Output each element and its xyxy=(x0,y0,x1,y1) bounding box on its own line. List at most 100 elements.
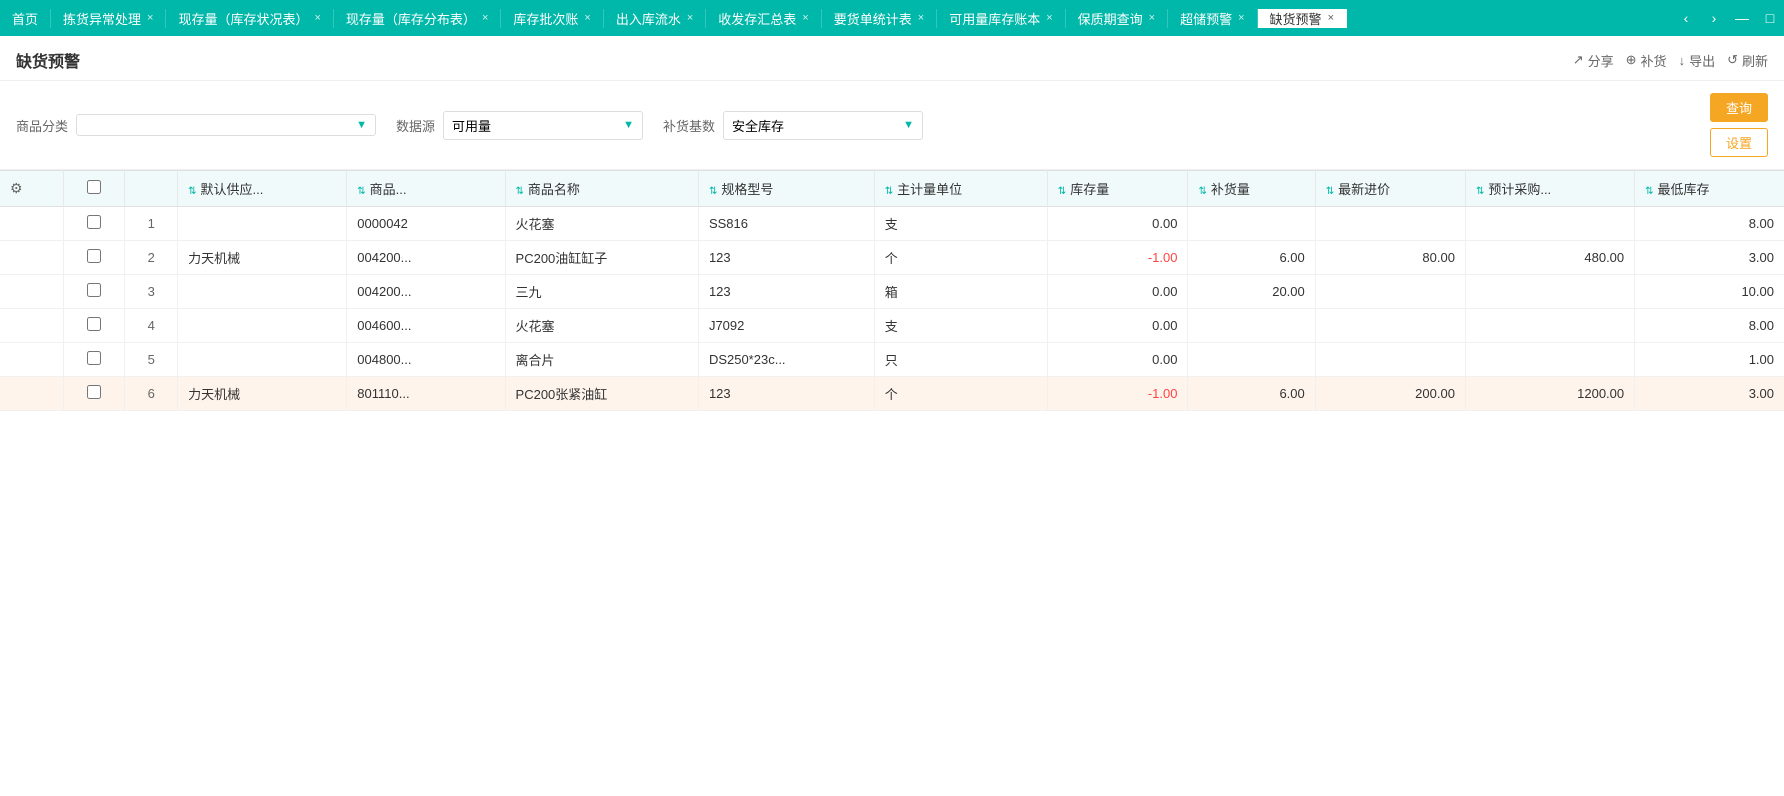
close-icon[interactable]: × xyxy=(147,12,153,24)
data-source-select[interactable]: 可用量 ▼ xyxy=(443,111,643,140)
tab-item-6[interactable]: 收发存汇总表× xyxy=(706,9,821,28)
col-stock[interactable]: ⇅库存量 xyxy=(1047,171,1188,207)
replenish-basis-select[interactable]: 安全库存 ▼ xyxy=(723,111,923,140)
close-icon[interactable]: × xyxy=(1238,12,1244,24)
goods-category-label: 商品分类 xyxy=(16,116,68,135)
cell-goodsName: PC200油缸缸子 xyxy=(505,241,698,275)
tab-item-10[interactable]: 超储预警× xyxy=(1168,9,1257,28)
row-checkbox[interactable] xyxy=(87,385,101,399)
replenish-basis-label: 补货基数 xyxy=(663,116,715,135)
chevron-down-icon3: ▼ xyxy=(903,119,914,131)
col-goodsCode[interactable]: ⇅商品... xyxy=(347,171,505,207)
tab-maximize-btn[interactable]: □ xyxy=(1756,0,1784,36)
col-settings[interactable]: ⚙ xyxy=(0,171,63,207)
cell-spec: SS816 xyxy=(698,207,874,241)
cell-stock: 0.00 xyxy=(1047,343,1188,377)
sort-icon: ⇅ xyxy=(1058,186,1066,197)
gear-icon[interactable]: ⚙ xyxy=(10,180,23,196)
tab-item-0[interactable]: 首页 xyxy=(0,9,51,28)
close-icon[interactable]: × xyxy=(918,12,924,24)
sort-icon: ⇅ xyxy=(1326,186,1334,197)
cell-spec: 123 xyxy=(698,377,874,411)
col-replenish[interactable]: ⇅补货量 xyxy=(1188,171,1315,207)
select-all-checkbox[interactable] xyxy=(87,180,101,194)
tab-item-3[interactable]: 现存量（库存分布表）× xyxy=(334,9,501,28)
col-unit[interactable]: ⇅主计量单位 xyxy=(874,171,1047,207)
row-checkbox-cell[interactable] xyxy=(63,241,125,275)
tab-next-btn[interactable]: › xyxy=(1700,0,1728,36)
cell-spec: DS250*23c... xyxy=(698,343,874,377)
table-row: 5004800...离合片DS250*23c...只0.001.00 xyxy=(0,343,1784,377)
tab-item-2[interactable]: 现存量（库存状况表）× xyxy=(166,9,333,28)
table-container: ⚙⇅默认供应...⇅商品...⇅商品名称⇅规格型号⇅主计量单位⇅库存量⇅补货量⇅… xyxy=(0,170,1784,411)
col-estimatedPurchase[interactable]: ⇅预计采购... xyxy=(1465,171,1634,207)
share-icon: ↗ xyxy=(1573,52,1584,68)
sort-icon: ⇅ xyxy=(357,186,365,197)
col-defaultSupplier[interactable]: ⇅默认供应... xyxy=(178,171,347,207)
row-settings xyxy=(0,207,63,241)
row-checkbox-cell[interactable] xyxy=(63,377,125,411)
tab-item-8[interactable]: 可用量库存账本× xyxy=(937,9,1065,28)
tab-minimize-btn[interactable]: — xyxy=(1728,0,1756,36)
close-icon[interactable]: × xyxy=(1046,12,1052,24)
cell-unit: 箱 xyxy=(874,275,1047,309)
tab-item-9[interactable]: 保质期查询× xyxy=(1066,9,1168,28)
row-settings xyxy=(0,343,63,377)
close-icon[interactable]: × xyxy=(802,12,808,24)
row-checkbox[interactable] xyxy=(87,283,101,297)
goods-category-select[interactable]: ▼ xyxy=(76,114,376,136)
col-goodsName[interactable]: ⇅商品名称 xyxy=(505,171,698,207)
query-button[interactable]: 查询 xyxy=(1710,93,1768,122)
col-spec[interactable]: ⇅规格型号 xyxy=(698,171,874,207)
tab-item-11[interactable]: 缺货预警× xyxy=(1258,9,1347,28)
row-checkbox-cell[interactable] xyxy=(63,343,125,377)
share-button[interactable]: ↗ 分享 xyxy=(1573,51,1614,70)
row-checkbox[interactable] xyxy=(87,351,101,365)
row-checkbox-cell[interactable] xyxy=(63,309,125,343)
tab-item-7[interactable]: 要货单统计表× xyxy=(822,9,937,28)
row-checkbox-cell[interactable] xyxy=(63,207,125,241)
settings-button[interactable]: 设置 xyxy=(1710,128,1768,157)
close-icon[interactable]: × xyxy=(1149,12,1155,24)
close-icon[interactable]: × xyxy=(584,12,590,24)
header-actions: ↗ 分享 ⊕ 补货 ↓ 导出 ↺ 刷新 xyxy=(1573,51,1768,70)
tab-item-5[interactable]: 出入库流水× xyxy=(604,9,706,28)
row-checkbox[interactable] xyxy=(87,249,101,263)
cell-minStock: 8.00 xyxy=(1635,309,1784,343)
cell-latestPrice: 80.00 xyxy=(1315,241,1465,275)
tab-prev-btn[interactable]: ‹ xyxy=(1672,0,1700,36)
sort-icon: ⇅ xyxy=(1198,186,1206,197)
close-icon[interactable]: × xyxy=(482,12,488,24)
tab-item-4[interactable]: 库存批次账× xyxy=(501,9,603,28)
cell-spec: J7092 xyxy=(698,309,874,343)
col-minStock[interactable]: ⇅最低库存 xyxy=(1635,171,1784,207)
refresh-button[interactable]: ↺ 刷新 xyxy=(1727,51,1768,70)
data-table: ⚙⇅默认供应...⇅商品...⇅商品名称⇅规格型号⇅主计量单位⇅库存量⇅补货量⇅… xyxy=(0,170,1784,411)
refresh-icon: ↺ xyxy=(1727,52,1738,68)
cell-spec: 123 xyxy=(698,275,874,309)
table-row: 4004600...火花塞J7092支0.008.00 xyxy=(0,309,1784,343)
row-settings xyxy=(0,377,63,411)
col-checkbox[interactable] xyxy=(63,171,125,207)
cell-unit: 个 xyxy=(874,241,1047,275)
close-icon[interactable]: × xyxy=(1328,12,1334,24)
cell-spec: 123 xyxy=(698,241,874,275)
col-latestPrice[interactable]: ⇅最新进价 xyxy=(1315,171,1465,207)
close-icon[interactable]: × xyxy=(687,12,693,24)
sort-icon: ⇅ xyxy=(885,186,893,197)
cell-stock: -1.00 xyxy=(1047,377,1188,411)
row-checkbox[interactable] xyxy=(87,317,101,331)
cell-minStock: 10.00 xyxy=(1635,275,1784,309)
close-icon[interactable]: × xyxy=(314,12,320,24)
row-settings xyxy=(0,309,63,343)
row-checkbox[interactable] xyxy=(87,215,101,229)
tab-item-1[interactable]: 拣货异常处理× xyxy=(51,9,166,28)
table-row: 3004200...三九123箱0.0020.0010.00 xyxy=(0,275,1784,309)
row-checkbox-cell[interactable] xyxy=(63,275,125,309)
cell-minStock: 3.00 xyxy=(1635,377,1784,411)
chevron-down-icon2: ▼ xyxy=(623,119,634,131)
replenish-button[interactable]: ⊕ 补货 xyxy=(1626,51,1667,70)
cell-estimatedPurchase xyxy=(1465,343,1634,377)
export-button[interactable]: ↓ 导出 xyxy=(1679,51,1716,70)
tab-bar: 首页拣货异常处理×现存量（库存状况表）×现存量（库存分布表）×库存批次账×出入库… xyxy=(0,0,1784,36)
